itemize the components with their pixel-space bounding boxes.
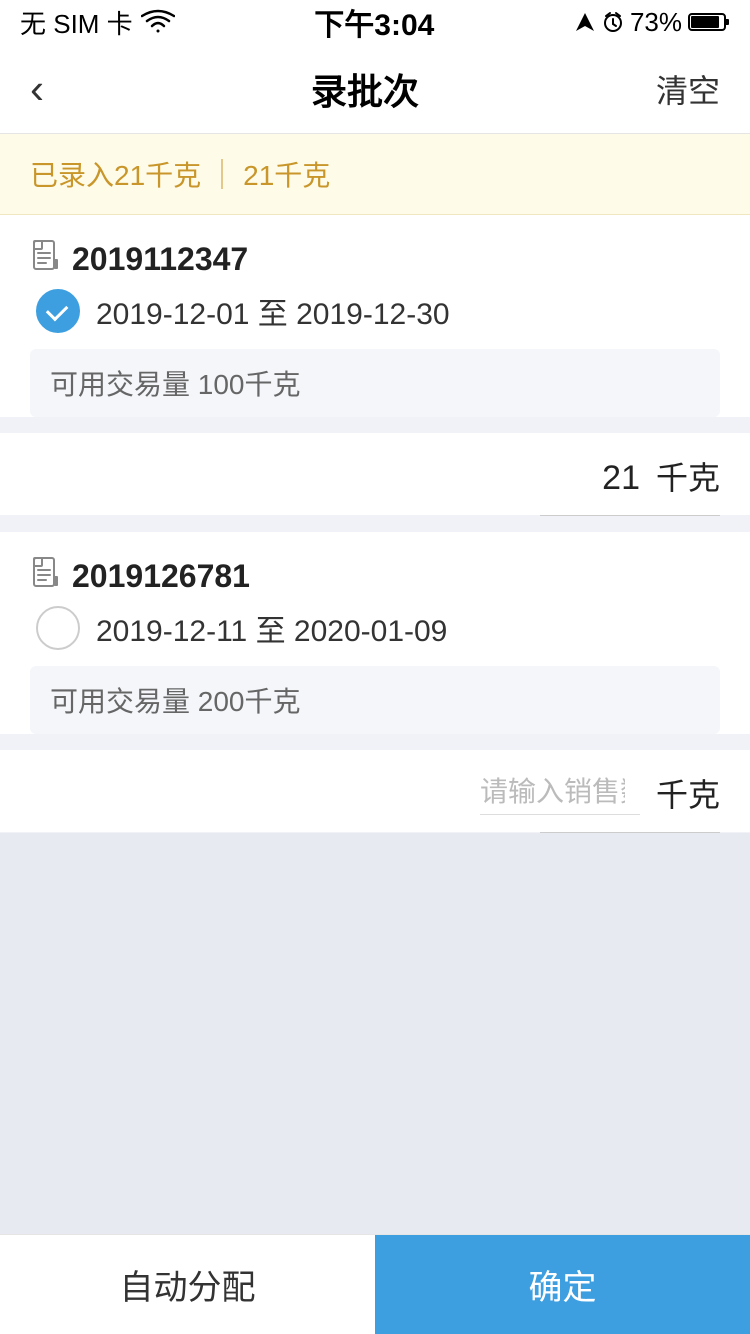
auto-distribute-button[interactable]: 自动分配 — [0, 1235, 375, 1334]
batch-item-2: 2019126781 2019-12-11 至 2020-01-09 可用交易量… — [0, 532, 750, 734]
info-banner: 已录入21千克 21千克 — [0, 134, 750, 215]
batch-1-radio[interactable] — [36, 289, 80, 333]
batch-2-radio[interactable] — [36, 606, 80, 650]
banner-divider — [221, 159, 223, 189]
batch-2-icon — [30, 556, 62, 596]
status-bar-right: 73% — [574, 7, 730, 38]
batch-2-header: 2019126781 — [30, 556, 720, 596]
status-bar-time: 下午3:04 — [314, 0, 434, 44]
wifi-icon — [141, 9, 175, 35]
batch-1-date-row: 2019-12-01 至 2019-12-30 — [30, 289, 720, 333]
gray-fill-area — [0, 833, 750, 1263]
batch-2-date-row: 2019-12-11 至 2020-01-09 — [30, 606, 720, 650]
batch-2-qty-unit: 千克 — [656, 770, 720, 816]
alarm-icon — [602, 11, 624, 33]
battery-icon — [688, 11, 730, 33]
batch-1-id: 2019112347 — [72, 241, 248, 278]
battery-percentage: 73% — [630, 7, 682, 38]
batch-1-header: 2019112347 — [30, 239, 720, 279]
page-title: 录批次 — [311, 63, 419, 115]
batch-2-id: 2019126781 — [72, 558, 250, 595]
clear-button[interactable]: 清空 — [640, 66, 720, 112]
batch-2-date: 2019-12-11 至 2020-01-09 — [96, 606, 447, 650]
batch-1-quantity-display: 21 千克 — [0, 433, 750, 515]
batch-2-available: 可用交易量 200千克 — [30, 666, 720, 734]
section-divider-1 — [0, 516, 750, 532]
batch-1-qty-number: 21 — [602, 459, 640, 498]
batch-list: 2019112347 2019-12-01 至 2019-12-30 可用交易量… — [0, 215, 750, 1334]
location-icon — [574, 11, 596, 33]
back-button[interactable]: ‹ — [30, 65, 90, 113]
batch-1-icon — [30, 239, 62, 279]
batch-1-qty-unit: 千克 — [656, 453, 720, 499]
batch-2-quantity-input[interactable] — [480, 771, 640, 815]
batch-item-1: 2019112347 2019-12-01 至 2019-12-30 可用交易量… — [0, 215, 750, 417]
batch-1-date: 2019-12-01 至 2019-12-30 — [96, 289, 450, 333]
batch-1-available: 可用交易量 100千克 — [30, 349, 720, 417]
recorded-amount-label: 已录入21千克 — [30, 154, 201, 194]
status-bar: 无 SIM 卡 下午3:04 73% — [0, 0, 750, 44]
status-bar-left: 无 SIM 卡 — [20, 4, 175, 41]
nav-bar: ‹ 录批次 清空 — [0, 44, 750, 134]
document-icon-2 — [30, 556, 62, 588]
sim-label: 无 SIM 卡 — [20, 4, 133, 41]
bottom-bar: 自动分配 确定 — [0, 1234, 750, 1334]
confirm-button[interactable]: 确定 — [375, 1235, 750, 1334]
document-icon — [30, 239, 62, 271]
recorded-amount-value: 21千克 — [243, 154, 330, 194]
batch-2-quantity-row: 千克 — [0, 750, 750, 832]
